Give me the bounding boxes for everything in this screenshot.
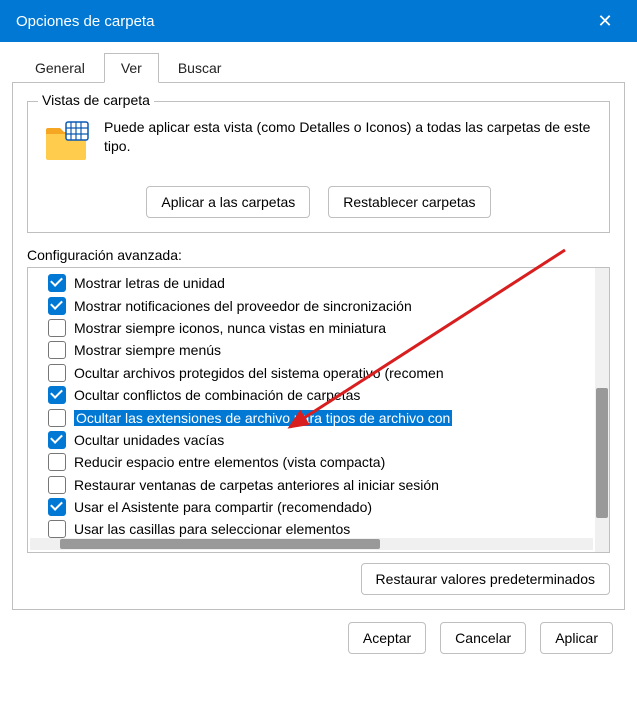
- horizontal-scrollbar[interactable]: [30, 538, 593, 550]
- list-item-label: Restaurar ventanas de carpetas anteriore…: [74, 477, 439, 493]
- checkbox[interactable]: [48, 453, 66, 471]
- list-item-label: Ocultar archivos protegidos del sistema …: [74, 365, 444, 381]
- list-item-label: Mostrar notificaciones del proveedor de …: [74, 298, 412, 314]
- checkbox[interactable]: [48, 386, 66, 404]
- folder-views-icon: [42, 118, 90, 166]
- apply-to-folders-button[interactable]: Aplicar a las carpetas: [146, 186, 310, 218]
- checkbox[interactable]: [48, 409, 66, 427]
- checkbox[interactable]: [48, 498, 66, 516]
- dialog-footer: Aceptar Cancelar Aplicar: [12, 610, 625, 654]
- tab-general[interactable]: General: [18, 53, 102, 82]
- list-item-label: Usar el Asistente para compartir (recome…: [74, 499, 372, 515]
- list-item[interactable]: Mostrar siempre menús: [48, 339, 595, 361]
- checkbox[interactable]: [48, 319, 66, 337]
- checkbox[interactable]: [48, 274, 66, 292]
- list-item[interactable]: Mostrar siempre iconos, nunca vistas en …: [48, 317, 595, 339]
- list-item-label: Mostrar siempre menús: [74, 342, 221, 358]
- list-item-label: Mostrar letras de unidad: [74, 275, 225, 291]
- restore-defaults-button[interactable]: Restaurar valores predeterminados: [361, 563, 610, 595]
- list-item[interactable]: Mostrar notificaciones del proveedor de …: [48, 294, 595, 316]
- scrollbar-thumb[interactable]: [596, 388, 608, 518]
- window-title: Opciones de carpeta: [16, 13, 589, 30]
- list-item[interactable]: Restaurar ventanas de carpetas anteriore…: [48, 474, 595, 496]
- tab-buscar[interactable]: Buscar: [161, 53, 239, 82]
- checkbox[interactable]: [48, 297, 66, 315]
- reset-folders-button[interactable]: Restablecer carpetas: [328, 186, 490, 218]
- tabstrip: General Ver Buscar: [18, 50, 625, 82]
- ok-button[interactable]: Aceptar: [348, 622, 426, 654]
- close-icon[interactable]: ✕: [589, 0, 621, 42]
- tab-ver[interactable]: Ver: [104, 53, 159, 83]
- advanced-settings-list: Mostrar letras de unidad Mostrar notifica…: [27, 267, 610, 553]
- list-item[interactable]: Ocultar conflictos de combinación de car…: [48, 384, 595, 406]
- titlebar: Opciones de carpeta ✕: [0, 0, 637, 42]
- apply-button[interactable]: Aplicar: [540, 622, 613, 654]
- advanced-settings-label: Configuración avanzada:: [27, 247, 610, 263]
- vertical-scrollbar[interactable]: [595, 268, 609, 552]
- cancel-button[interactable]: Cancelar: [440, 622, 526, 654]
- list-item[interactable]: Usar el Asistente para compartir (recome…: [48, 496, 595, 518]
- dialog-body: General Ver Buscar Vistas de carpeta: [0, 42, 637, 654]
- folder-views-legend: Vistas de carpeta: [38, 92, 154, 108]
- list-item-label: Reducir espacio entre elementos (vista c…: [74, 454, 385, 470]
- checkbox[interactable]: [48, 520, 66, 538]
- list-item[interactable]: Ocultar unidades vacías: [48, 429, 595, 451]
- folder-views-group: Vistas de carpeta: [27, 101, 610, 233]
- list-item[interactable]: Ocultar las extensiones de archivo para …: [48, 406, 595, 428]
- checkbox[interactable]: [48, 476, 66, 494]
- list-item[interactable]: Ocultar archivos protegidos del sistema …: [48, 362, 595, 384]
- list-item[interactable]: Mostrar letras de unidad: [48, 272, 595, 294]
- checkbox[interactable]: [48, 341, 66, 359]
- checkbox[interactable]: [48, 364, 66, 382]
- list-item-label: Usar las casillas para seleccionar eleme…: [74, 521, 350, 537]
- list-item-label: Mostrar siempre iconos, nunca vistas en …: [74, 320, 386, 336]
- checkbox[interactable]: [48, 431, 66, 449]
- list-item[interactable]: Reducir espacio entre elementos (vista c…: [48, 451, 595, 473]
- hscrollbar-thumb[interactable]: [60, 539, 380, 549]
- folder-views-desc: Puede aplicar esta vista (como Detalles …: [104, 118, 595, 156]
- list-item-label: Ocultar conflictos de combinación de car…: [74, 387, 360, 403]
- list-item-label: Ocultar unidades vacías: [74, 432, 224, 448]
- list-item-label: Ocultar las extensiones de archivo para …: [74, 410, 452, 426]
- tab-panel-ver: Vistas de carpeta: [12, 82, 625, 610]
